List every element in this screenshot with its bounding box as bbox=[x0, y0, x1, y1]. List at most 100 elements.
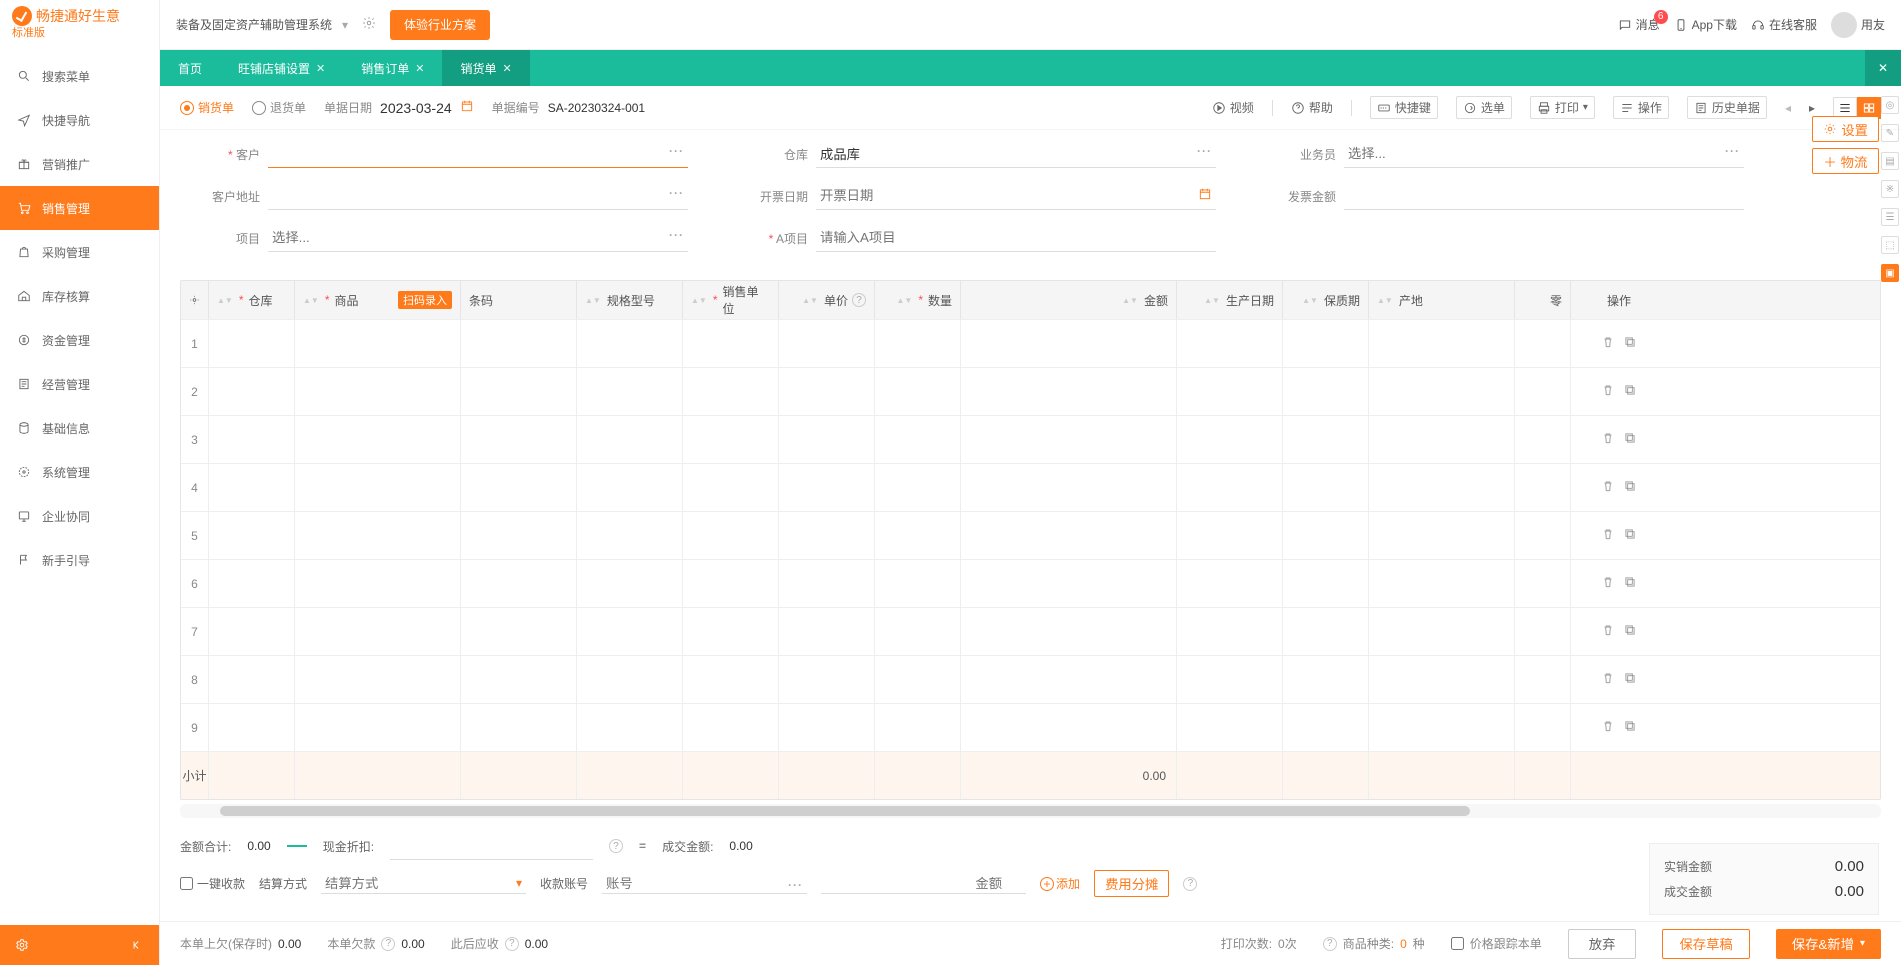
video-link[interactable]: 视频 bbox=[1212, 99, 1254, 116]
pay-amt-input[interactable] bbox=[821, 874, 1026, 894]
sidebar-item-1[interactable]: 快捷导航 bbox=[0, 98, 159, 142]
gear-icon[interactable] bbox=[362, 16, 376, 33]
table-row[interactable]: 3 bbox=[181, 415, 1880, 463]
delete-icon[interactable] bbox=[1601, 575, 1615, 592]
operate-link[interactable]: 操作 bbox=[1613, 96, 1669, 119]
table-row[interactable]: 5 bbox=[181, 511, 1880, 559]
delete-icon[interactable] bbox=[1601, 623, 1615, 640]
user-menu[interactable]: 用友 bbox=[1831, 12, 1885, 38]
discard-button[interactable]: 放弃 bbox=[1568, 929, 1637, 959]
hotkey-link[interactable]: 快捷键 bbox=[1370, 96, 1438, 119]
sidebar-item-2[interactable]: 营销推广 bbox=[0, 142, 159, 186]
close-all-tabs[interactable]: ✕ bbox=[1865, 50, 1901, 86]
invoice-amt-input[interactable] bbox=[1344, 182, 1744, 210]
help-icon[interactable]: ? bbox=[1183, 877, 1197, 891]
col-settings[interactable] bbox=[181, 281, 209, 319]
tab-1[interactable]: 旺铺店铺设置✕ bbox=[220, 50, 343, 86]
salesman-input[interactable] bbox=[1344, 140, 1744, 168]
table-row[interactable]: 8 bbox=[181, 655, 1880, 703]
table-row[interactable]: 1 bbox=[181, 319, 1880, 367]
delete-icon[interactable] bbox=[1601, 479, 1615, 496]
close-icon[interactable]: ✕ bbox=[316, 62, 325, 75]
rail-item[interactable]: ※ bbox=[1881, 180, 1899, 198]
discount-input[interactable] bbox=[390, 832, 593, 860]
sidebar-item-9[interactable]: 系统管理 bbox=[0, 450, 159, 494]
pay-acct-input[interactable] bbox=[602, 874, 807, 894]
delete-icon[interactable] bbox=[1601, 671, 1615, 688]
help-icon[interactable]: ? bbox=[852, 293, 866, 307]
lookup-icon[interactable]: ··· bbox=[669, 144, 684, 158]
tab-0[interactable]: 首页 bbox=[160, 50, 220, 86]
pay-method-select[interactable] bbox=[321, 874, 526, 894]
lookup-icon[interactable]: ··· bbox=[669, 186, 684, 200]
price-track-checkbox[interactable]: 价格跟踪本单 bbox=[1451, 935, 1542, 952]
delete-icon[interactable] bbox=[1601, 431, 1615, 448]
help-icon[interactable]: ? bbox=[609, 839, 623, 853]
history-link[interactable]: 历史单据 bbox=[1687, 96, 1767, 119]
delete-icon[interactable] bbox=[1601, 527, 1615, 544]
copy-icon[interactable] bbox=[1623, 623, 1637, 640]
tab-3[interactable]: 销货单✕ bbox=[442, 50, 529, 86]
draft-button[interactable]: 保存草稿 bbox=[1662, 929, 1749, 959]
lookup-icon[interactable]: ··· bbox=[788, 878, 803, 892]
logistics-button[interactable]: ＋物流 bbox=[1812, 148, 1879, 174]
rail-item[interactable]: ☰ bbox=[1881, 208, 1899, 226]
add-pay-link[interactable]: +添加 bbox=[1040, 875, 1080, 892]
radio-sales[interactable]: 销货单 bbox=[180, 99, 234, 116]
radio-return[interactable]: 退货单 bbox=[252, 99, 306, 116]
app-selector[interactable]: 装备及固定资产辅助管理系统 ▾ bbox=[176, 16, 348, 33]
copy-icon[interactable] bbox=[1623, 479, 1637, 496]
lookup-icon[interactable]: ··· bbox=[669, 228, 684, 242]
rail-item[interactable]: ⬚ bbox=[1881, 236, 1899, 254]
save-button[interactable]: 保存&新增▾ bbox=[1776, 929, 1881, 959]
messages-link[interactable]: 消息6 bbox=[1618, 16, 1660, 33]
copy-icon[interactable] bbox=[1623, 335, 1637, 352]
prev-record[interactable]: ◂ bbox=[1785, 101, 1791, 115]
table-row[interactable]: 6 bbox=[181, 559, 1880, 607]
print-link[interactable]: 打印▾ bbox=[1530, 96, 1595, 119]
sidebar-item-5[interactable]: 库存核算 bbox=[0, 274, 159, 318]
cta-button[interactable]: 体验行业方案 bbox=[390, 10, 490, 40]
delete-icon[interactable] bbox=[1601, 335, 1615, 352]
billdate-input[interactable] bbox=[816, 182, 1216, 210]
calendar-icon[interactable] bbox=[460, 99, 474, 116]
customer-input[interactable] bbox=[268, 140, 688, 168]
chevron-down-icon[interactable]: ▾ bbox=[516, 876, 522, 890]
help-icon[interactable]: ? bbox=[505, 937, 519, 951]
calendar-icon[interactable] bbox=[1198, 187, 1212, 204]
copy-icon[interactable] bbox=[1623, 431, 1637, 448]
fee-split-button[interactable]: 费用分摊 bbox=[1094, 870, 1169, 897]
collapse-icon[interactable] bbox=[129, 937, 145, 953]
onekey-checkbox[interactable]: 一键收款 bbox=[180, 875, 245, 892]
copy-icon[interactable] bbox=[1623, 575, 1637, 592]
help-link[interactable]: 帮助 bbox=[1291, 99, 1333, 116]
sidebar-item-7[interactable]: 经营管理 bbox=[0, 362, 159, 406]
copy-icon[interactable] bbox=[1623, 719, 1637, 736]
lookup-icon[interactable]: ··· bbox=[1725, 144, 1740, 158]
table-row[interactable]: 7 bbox=[181, 607, 1880, 655]
help-icon[interactable]: ? bbox=[1323, 937, 1337, 951]
table-row[interactable]: 2 bbox=[181, 367, 1880, 415]
next-record[interactable]: ▸ bbox=[1809, 101, 1815, 115]
delete-icon[interactable] bbox=[1601, 719, 1615, 736]
warehouse-input[interactable] bbox=[816, 140, 1216, 168]
select-link[interactable]: 选单 bbox=[1456, 96, 1512, 119]
sidebar-item-0[interactable]: 搜索菜单 bbox=[0, 54, 159, 98]
delete-icon[interactable] bbox=[1601, 383, 1615, 400]
aproject-input[interactable] bbox=[816, 224, 1216, 252]
help-icon[interactable]: ? bbox=[381, 937, 395, 951]
settings-icon[interactable] bbox=[14, 937, 30, 953]
service-link[interactable]: 在线客服 bbox=[1751, 16, 1817, 33]
table-row[interactable]: 4 bbox=[181, 463, 1880, 511]
copy-icon[interactable] bbox=[1623, 383, 1637, 400]
doc-date[interactable]: 2023-03-24 bbox=[380, 100, 452, 116]
sidebar-item-3[interactable]: 销售管理 bbox=[0, 186, 159, 230]
sidebar-item-10[interactable]: 企业协同 bbox=[0, 494, 159, 538]
scan-button[interactable]: 扫码录入 bbox=[398, 291, 452, 309]
rail-item[interactable]: ◎ bbox=[1881, 96, 1899, 114]
close-icon[interactable]: ✕ bbox=[415, 62, 424, 75]
sidebar-item-6[interactable]: 资金管理 bbox=[0, 318, 159, 362]
close-icon[interactable]: ✕ bbox=[503, 62, 512, 75]
table-row[interactable]: 9 bbox=[181, 703, 1880, 751]
copy-icon[interactable] bbox=[1623, 671, 1637, 688]
